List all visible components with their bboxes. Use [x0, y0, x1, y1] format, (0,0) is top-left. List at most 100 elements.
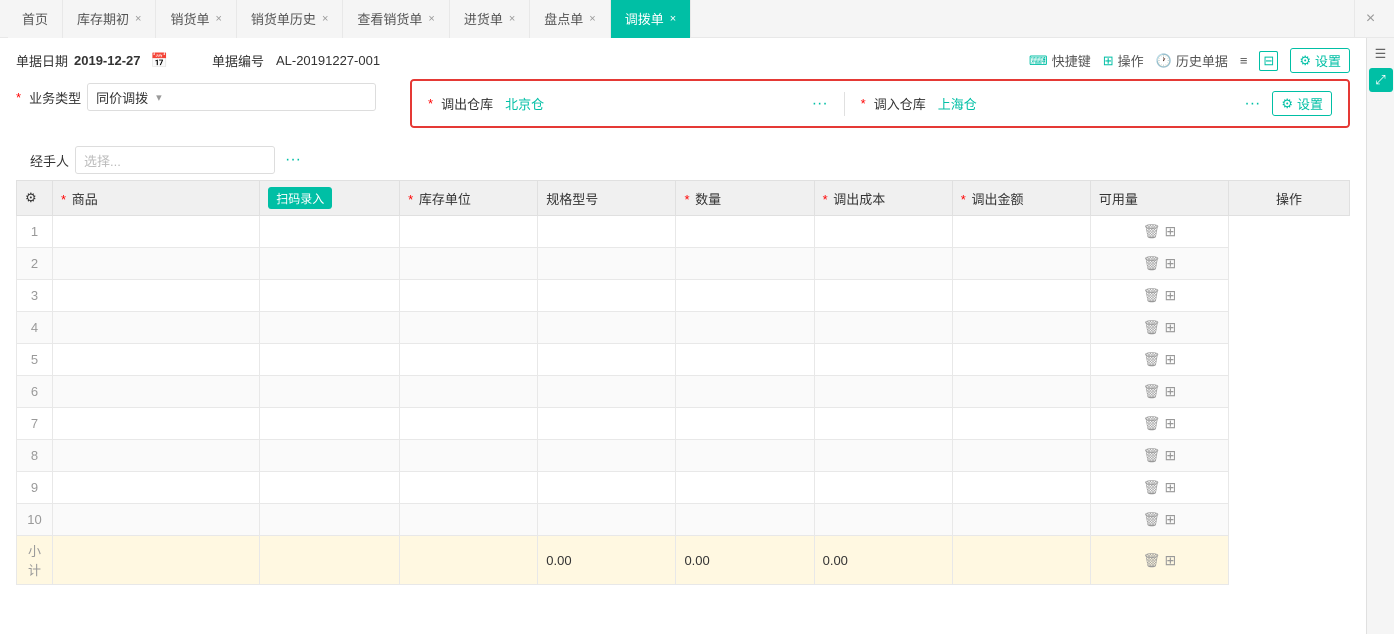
shortcut-btn[interactable]: ⌨ 快捷键 — [1029, 51, 1091, 70]
row-3-delete-icon[interactable]: 🗑 — [1143, 287, 1161, 304]
row-1-copy-icon[interactable]: ⊞ — [1165, 223, 1177, 240]
row-2-qty[interactable] — [538, 248, 676, 280]
row-10-spec[interactable] — [400, 504, 538, 536]
row-1-qty[interactable] — [538, 216, 676, 248]
row-2-copy-icon[interactable]: ⊞ — [1165, 255, 1177, 272]
row-1-product[interactable] — [53, 216, 260, 248]
row-7-spec[interactable] — [400, 408, 538, 440]
row-8-unit[interactable] — [260, 440, 400, 472]
settings-btn[interactable]: ⚙ 设置 — [1290, 48, 1350, 73]
row-3-qty[interactable] — [538, 280, 676, 312]
tab-view-sales-close[interactable]: × — [428, 13, 434, 25]
row-9-unit[interactable] — [260, 472, 400, 504]
tab-home[interactable]: 首页 — [8, 0, 63, 38]
row-4-product[interactable] — [53, 312, 260, 344]
row-3-available[interactable] — [952, 280, 1090, 312]
tab-purchase-order[interactable]: 进货单 × — [450, 0, 530, 38]
row-5-unit[interactable] — [260, 344, 400, 376]
row-9-product[interactable] — [53, 472, 260, 504]
row-9-copy-icon[interactable]: ⊞ — [1165, 479, 1177, 496]
row-11-spec[interactable] — [400, 536, 538, 585]
sidebar-expand-btn[interactable]: ⤢ — [1369, 68, 1393, 92]
row-2-available[interactable] — [952, 248, 1090, 280]
row-4-copy-icon[interactable]: ⊞ — [1165, 319, 1177, 336]
row-5-amount[interactable] — [814, 344, 952, 376]
row-10-cost[interactable] — [676, 504, 814, 536]
row-4-cost[interactable] — [676, 312, 814, 344]
row-6-cost[interactable] — [676, 376, 814, 408]
row-5-product[interactable] — [53, 344, 260, 376]
row-1-amount[interactable] — [814, 216, 952, 248]
row-8-available[interactable] — [952, 440, 1090, 472]
transfer-out-more-icon[interactable]: ··· — [812, 95, 828, 113]
row-10-qty[interactable] — [538, 504, 676, 536]
transfer-in-more-icon[interactable]: ··· — [1244, 95, 1260, 113]
row-1-delete-icon[interactable]: 🗑 — [1143, 223, 1161, 240]
row-9-cost[interactable] — [676, 472, 814, 504]
row-5-delete-icon[interactable]: 🗑 — [1143, 351, 1161, 368]
row-9-delete-icon[interactable]: 🗑 — [1143, 479, 1161, 496]
row-9-qty[interactable] — [538, 472, 676, 504]
tab-inventory-init-close[interactable]: × — [135, 13, 141, 25]
warehouse-settings-btn[interactable]: ⚙ 设置 — [1272, 91, 1332, 116]
row-4-unit[interactable] — [260, 312, 400, 344]
tab-stocktake-close[interactable]: × — [589, 13, 595, 25]
row-2-unit[interactable] — [260, 248, 400, 280]
row-4-spec[interactable] — [400, 312, 538, 344]
tab-transfer-close[interactable]: × — [670, 13, 676, 25]
row-6-amount[interactable] — [814, 376, 952, 408]
operation-btn[interactable]: ⊞ 操作 — [1103, 51, 1144, 70]
row-4-qty[interactable] — [538, 312, 676, 344]
row-5-available[interactable] — [952, 344, 1090, 376]
row-2-spec[interactable] — [400, 248, 538, 280]
row-1-spec[interactable] — [400, 216, 538, 248]
row-2-cost[interactable] — [676, 248, 814, 280]
table-scroll[interactable]: ⚙ * 商品 扫码录入 * 库存单位 规格型号 — [16, 180, 1350, 585]
row-5-copy-icon[interactable]: ⊞ — [1165, 351, 1177, 368]
row-8-qty[interactable] — [538, 440, 676, 472]
row-5-spec[interactable] — [400, 344, 538, 376]
row-8-delete-icon[interactable]: 🗑 — [1143, 447, 1161, 464]
row-10-product[interactable] — [53, 504, 260, 536]
row-6-copy-icon[interactable]: ⊞ — [1165, 383, 1177, 400]
row-2-delete-icon[interactable]: 🗑 — [1143, 255, 1161, 272]
row-10-copy-icon[interactable]: ⊞ — [1165, 511, 1177, 528]
handler-more-icon[interactable]: ··· — [285, 151, 301, 169]
row-3-cost[interactable] — [676, 280, 814, 312]
row-8-spec[interactable] — [400, 440, 538, 472]
tab-purchase-order-close[interactable]: × — [509, 13, 515, 25]
tab-sales-history[interactable]: 销货单历史 × — [237, 0, 343, 38]
handler-select[interactable]: 选择... — [75, 146, 275, 174]
row-4-available[interactable] — [952, 312, 1090, 344]
row-1-unit[interactable] — [260, 216, 400, 248]
row-11-cost[interactable]: 0.00 — [676, 536, 814, 585]
row-7-cost[interactable] — [676, 408, 814, 440]
row-8-amount[interactable] — [814, 440, 952, 472]
view-toggle-btn2[interactable]: ⊟ — [1259, 51, 1278, 71]
row-11-copy-icon[interactable]: ⊞ — [1165, 552, 1177, 569]
row-4-delete-icon[interactable]: 🗑 — [1143, 319, 1161, 336]
row-11-delete-icon[interactable]: 🗑 — [1143, 552, 1161, 569]
row-11-qty[interactable]: 0.00 — [538, 536, 676, 585]
row-10-amount[interactable] — [814, 504, 952, 536]
row-2-amount[interactable] — [814, 248, 952, 280]
scan-btn[interactable]: 扫码录入 — [268, 187, 332, 209]
row-1-available[interactable] — [952, 216, 1090, 248]
row-6-available[interactable] — [952, 376, 1090, 408]
row-8-cost[interactable] — [676, 440, 814, 472]
row-10-available[interactable] — [952, 504, 1090, 536]
row-6-delete-icon[interactable]: 🗑 — [1143, 383, 1161, 400]
tab-sales-history-close[interactable]: × — [322, 13, 328, 25]
row-5-cost[interactable] — [676, 344, 814, 376]
tab-inventory-init[interactable]: 库存期初 × — [63, 0, 156, 38]
row-7-unit[interactable] — [260, 408, 400, 440]
row-6-qty[interactable] — [538, 376, 676, 408]
tab-sales-order-close[interactable]: × — [215, 13, 221, 25]
row-8-copy-icon[interactable]: ⊞ — [1165, 447, 1177, 464]
row-9-spec[interactable] — [400, 472, 538, 504]
row-10-delete-icon[interactable]: 🗑 — [1143, 511, 1161, 528]
window-close-button[interactable]: × — [1354, 0, 1386, 38]
row-6-product[interactable] — [53, 376, 260, 408]
row-9-available[interactable] — [952, 472, 1090, 504]
table-gear-icon[interactable]: ⚙ — [25, 190, 37, 205]
